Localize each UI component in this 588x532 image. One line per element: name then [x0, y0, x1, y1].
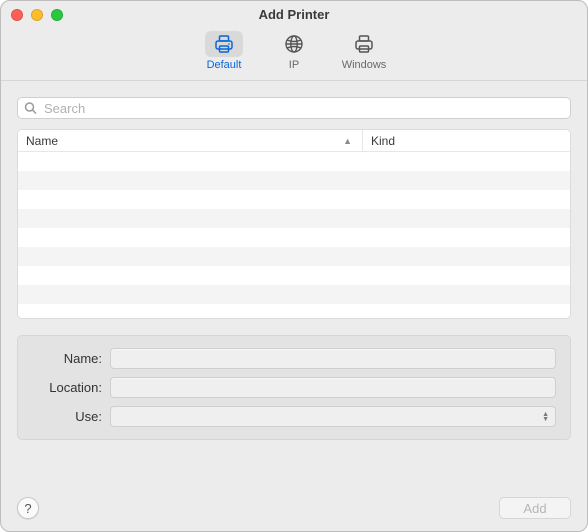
list-header: Name ▲ Kind	[18, 130, 570, 152]
list-row	[18, 304, 570, 318]
toolbar-tab-default[interactable]: Default	[198, 31, 250, 71]
help-button[interactable]: ?	[17, 497, 39, 519]
printer-network-icon	[345, 31, 383, 57]
list-row	[18, 228, 570, 247]
zoom-window-button[interactable]	[51, 9, 63, 21]
toolbar: Default IP Windo	[1, 29, 587, 81]
minimize-window-button[interactable]	[31, 9, 43, 21]
printer-icon	[205, 31, 243, 57]
name-field[interactable]	[110, 348, 556, 369]
printer-details-panel: Name: Location: Use: ▲▼	[17, 335, 571, 440]
name-label: Name:	[24, 351, 110, 366]
list-row	[18, 152, 570, 171]
column-header-label: Name	[26, 134, 58, 148]
window-title: Add Printer	[1, 7, 587, 22]
use-popup[interactable]: ▲▼	[110, 406, 556, 427]
updown-chevron-icon: ▲▼	[542, 412, 549, 422]
footer: ? Add	[17, 483, 571, 519]
content-area: Name ▲ Kind Name: Lo	[1, 81, 587, 531]
search-field-wrap	[17, 97, 571, 119]
toolbar-tab-windows[interactable]: Windows	[338, 31, 390, 71]
close-window-button[interactable]	[11, 9, 23, 21]
use-label: Use:	[24, 409, 110, 424]
toolbar-tab-label: Default	[207, 59, 242, 71]
list-row	[18, 285, 570, 304]
add-printer-window: Add Printer Default	[0, 0, 588, 532]
titlebar: Add Printer	[1, 1, 587, 29]
globe-icon	[275, 31, 313, 57]
toolbar-tab-label: Windows	[342, 59, 387, 71]
location-field[interactable]	[110, 377, 556, 398]
list-row	[18, 266, 570, 285]
toolbar-tab-ip[interactable]: IP	[268, 31, 320, 71]
search-input[interactable]	[17, 97, 571, 119]
location-label: Location:	[24, 380, 110, 395]
list-row	[18, 247, 570, 266]
printer-list[interactable]: Name ▲ Kind	[17, 129, 571, 319]
traffic-lights	[11, 9, 63, 21]
list-row	[18, 190, 570, 209]
sort-ascending-icon: ▲	[343, 136, 352, 146]
column-header-kind[interactable]: Kind	[363, 130, 570, 151]
list-body	[18, 152, 570, 318]
list-row	[18, 171, 570, 190]
list-row	[18, 209, 570, 228]
column-header-label: Kind	[371, 134, 395, 148]
search-icon	[24, 102, 37, 115]
add-button[interactable]: Add	[499, 497, 571, 519]
toolbar-tab-label: IP	[289, 59, 299, 71]
column-header-name[interactable]: Name ▲	[18, 130, 363, 151]
